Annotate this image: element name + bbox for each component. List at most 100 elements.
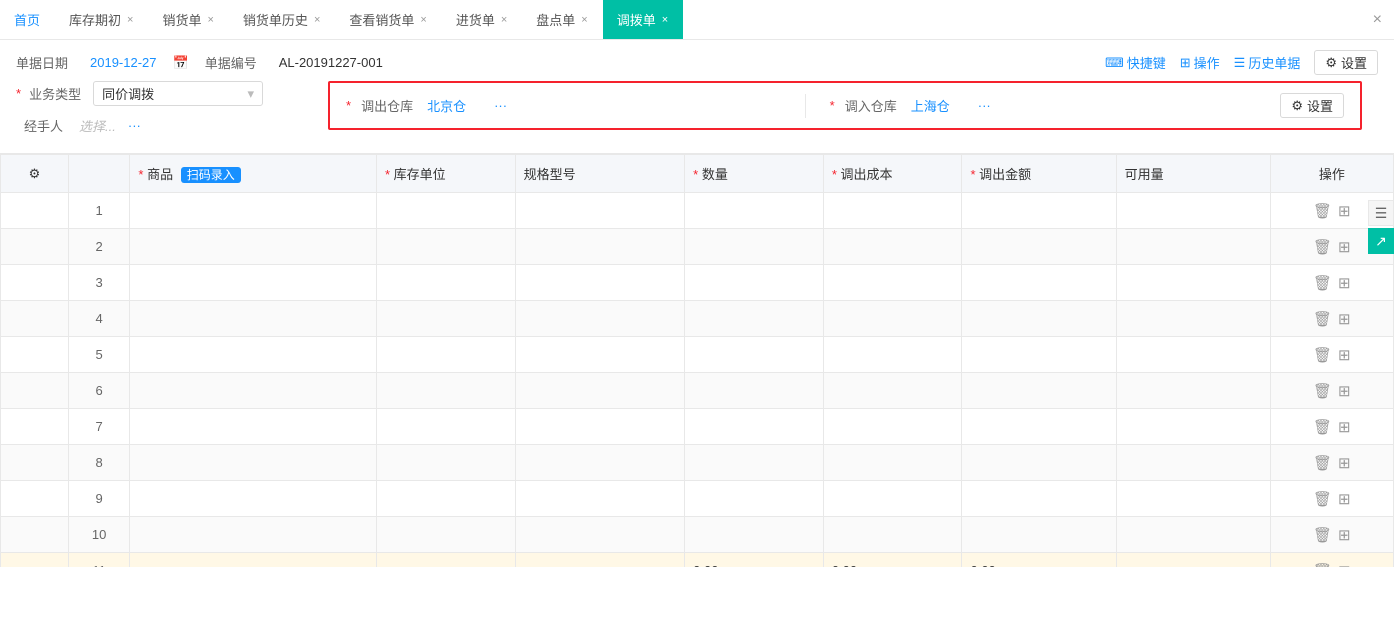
tab-stocktake-close[interactable]: × (581, 14, 587, 26)
shortcuts-button[interactable]: ⌨ 快捷键 (1105, 53, 1166, 72)
row-product[interactable] (130, 337, 377, 373)
date-value[interactable]: 2019-12-27 (90, 55, 157, 70)
th-spec-label: 规格型号 (524, 167, 576, 182)
scan-button[interactable]: 扫码录入 (181, 167, 241, 183)
copy-icon[interactable]: ⊞ (1338, 563, 1351, 568)
tab-inventory-init-close[interactable]: × (127, 14, 133, 26)
delete-icon[interactable]: 🗑 (1313, 491, 1332, 508)
table-row: 7🗑⊞ (1, 409, 1394, 445)
row-product[interactable] (130, 517, 377, 553)
row-product[interactable] (130, 373, 377, 409)
tab-view-sales[interactable]: 查看销货单 × (335, 0, 441, 39)
tab-sales-order[interactable]: 销货单 × (148, 0, 228, 39)
delete-icon[interactable]: 🗑 (1313, 311, 1332, 328)
copy-icon[interactable]: ⊞ (1338, 347, 1351, 364)
row-unit (376, 409, 515, 445)
shortcuts-icon: ⌨ (1105, 55, 1124, 71)
row-spec (515, 229, 685, 265)
table-row: 1🗑⊞ (1, 193, 1394, 229)
tab-purchase[interactable]: 进货单 × (442, 0, 522, 39)
out-warehouse-value[interactable]: 北京仓 (427, 96, 466, 115)
row-num: 5 (68, 337, 130, 373)
row-available (1116, 373, 1270, 409)
copy-icon[interactable]: ⊞ (1338, 383, 1351, 400)
row-cost (823, 481, 962, 517)
delete-icon[interactable]: 🗑 (1313, 527, 1332, 544)
row-cost (823, 409, 962, 445)
copy-icon[interactable]: ⊞ (1338, 311, 1351, 328)
business-type-required: * (16, 86, 21, 101)
row-product[interactable] (130, 301, 377, 337)
th-qty: * 数量 (685, 155, 824, 193)
in-warehouse-label: 调入仓库 (845, 96, 897, 115)
delete-icon[interactable]: 🗑 (1313, 455, 1332, 472)
in-warehouse-required: * (830, 98, 835, 113)
settings-button[interactable]: ⚙ 设置 (1314, 50, 1378, 75)
copy-icon[interactable]: ⊞ (1338, 239, 1351, 256)
in-warehouse-more-icon[interactable]: ··· (978, 98, 991, 113)
in-warehouse-value[interactable]: 上海仓 (911, 96, 950, 115)
handler-placeholder[interactable]: 选择... (79, 116, 116, 135)
business-type-select[interactable]: 同价调拨 ▾ (93, 81, 263, 106)
row-product[interactable] (130, 409, 377, 445)
delete-icon[interactable]: 🗑 (1313, 419, 1332, 436)
table-row: 8🗑⊞ (1, 445, 1394, 481)
delete-icon[interactable]: 🗑 (1313, 347, 1332, 364)
row-available (1116, 193, 1270, 229)
th-settings[interactable]: ⚙ (1, 155, 69, 193)
tab-home-label: 首页 (14, 10, 40, 29)
copy-icon[interactable]: ⊞ (1338, 275, 1351, 292)
copy-icon[interactable]: ⊞ (1338, 455, 1351, 472)
row-settings (1, 373, 69, 409)
subtotal-amount: 0.00 (962, 553, 1116, 568)
calendar-icon[interactable]: 📅 (173, 55, 189, 71)
row-available (1116, 481, 1270, 517)
operations-button[interactable]: ⊞ 操作 (1180, 53, 1220, 72)
tab-sales-history[interactable]: 销货单历史 × (229, 0, 335, 39)
row-product[interactable] (130, 193, 377, 229)
subtotal-settings (1, 553, 69, 568)
row-product[interactable] (130, 265, 377, 301)
tab-home[interactable]: 首页 (0, 0, 55, 39)
table-container: ⚙ * 商品 扫码录入 * 库存单位 规格型号 * 数量 (0, 153, 1394, 567)
row-unit (376, 373, 515, 409)
subtotal-num: 11 (68, 553, 130, 568)
row-product[interactable] (130, 229, 377, 265)
delete-icon[interactable]: 🗑 (1313, 383, 1332, 400)
copy-icon[interactable]: ⊞ (1338, 527, 1351, 544)
out-warehouse-more-icon[interactable]: ··· (494, 98, 507, 113)
row-ops: 🗑⊞ (1270, 445, 1393, 481)
handler-more-icon[interactable]: ··· (128, 118, 141, 133)
th-ops: 操作 (1270, 155, 1393, 193)
close-all-button[interactable]: × (1361, 11, 1394, 29)
th-product-label: 商品 (147, 167, 173, 182)
copy-icon[interactable]: ⊞ (1338, 491, 1351, 508)
float-list-icon[interactable]: ☰ (1368, 200, 1394, 226)
delete-icon[interactable]: 🗑 (1313, 275, 1332, 292)
row-product[interactable] (130, 445, 377, 481)
row-available (1116, 409, 1270, 445)
history-button[interactable]: ☰ 历史单据 (1234, 53, 1301, 72)
tab-view-sales-close[interactable]: × (420, 14, 426, 26)
row-spec (515, 445, 685, 481)
copy-icon[interactable]: ⊞ (1338, 203, 1351, 220)
warehouse-settings-button[interactable]: ⚙ 设置 (1280, 93, 1344, 118)
toolbar-right: ⌨ 快捷键 ⊞ 操作 ☰ 历史单据 ⚙ 设置 (1105, 50, 1378, 75)
tab-transfer-close[interactable]: × (662, 14, 668, 26)
row-amount (962, 373, 1116, 409)
delete-icon[interactable]: 🗑 (1313, 203, 1332, 220)
delete-icon[interactable]: 🗑 (1313, 239, 1332, 256)
warehouse-section: * 调出仓库 北京仓 ··· * 调入仓库 上海仓 ··· ⚙ 设置 (328, 81, 1362, 130)
tab-sales-order-close[interactable]: × (207, 14, 213, 26)
tab-stocktake[interactable]: 盘点单 × (522, 0, 602, 39)
copy-icon[interactable]: ⊞ (1338, 419, 1351, 436)
row-product[interactable] (130, 481, 377, 517)
delete-icon[interactable]: 🗑 (1313, 563, 1332, 568)
tab-transfer[interactable]: 调拨单 × (603, 0, 683, 39)
tab-sales-history-close[interactable]: × (314, 14, 320, 26)
tab-purchase-close[interactable]: × (501, 14, 507, 26)
row-qty (685, 445, 824, 481)
float-expand-icon[interactable]: ↗ (1368, 228, 1394, 254)
warehouse-settings-label: 设置 (1307, 96, 1333, 115)
tab-inventory-init[interactable]: 库存期初 × (55, 0, 148, 39)
